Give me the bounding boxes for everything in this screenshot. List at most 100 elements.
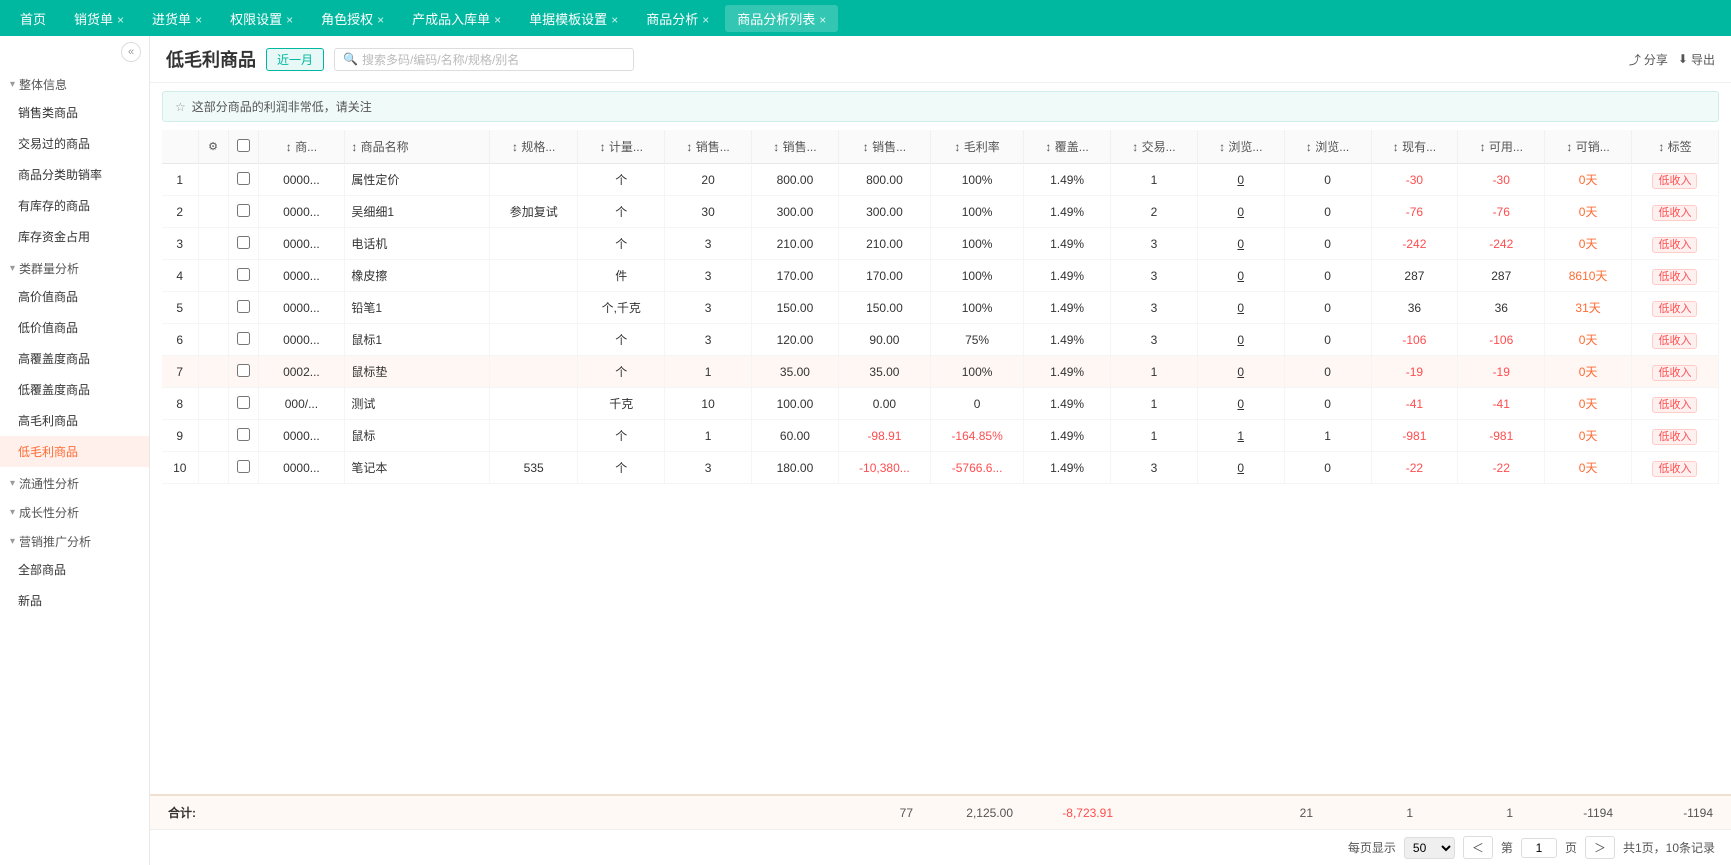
cell-trade: 2: [1111, 196, 1198, 228]
cell-checkbox[interactable]: [228, 228, 258, 260]
sidebar-item-低覆盖度商品[interactable]: 低覆盖度商品: [0, 374, 149, 405]
nav-close-purchase[interactable]: ×: [195, 13, 202, 27]
sidebar-item-低价值商品[interactable]: 低价值商品: [0, 312, 149, 343]
cell-view1[interactable]: 0: [1197, 292, 1284, 324]
col-checkbox[interactable]: [228, 130, 258, 164]
nav-close-analysis-list[interactable]: ×: [819, 13, 826, 27]
tag-badge: 低收入: [1652, 397, 1697, 413]
nav-close-analysis[interactable]: ×: [702, 13, 709, 27]
export-button[interactable]: ⬇ 导出: [1678, 51, 1715, 68]
cell-view1[interactable]: 0: [1197, 196, 1284, 228]
cell-saleable: 0天: [1545, 356, 1632, 388]
nav-item-sales[interactable]: 销货单×: [62, 5, 136, 32]
cell-sales-amt: 35.00: [752, 356, 839, 388]
sidebar-item-交易过的商品[interactable]: 交易过的商品: [0, 128, 149, 159]
nav-close-template[interactable]: ×: [611, 13, 618, 27]
sidebar-group-类群量分析[interactable]: ▾类群量分析: [0, 252, 149, 281]
sidebar-collapse-button[interactable]: «: [121, 42, 141, 62]
cell-view1[interactable]: 0: [1197, 164, 1284, 196]
cell-sales-profit: -10,380...: [838, 452, 930, 484]
nav-item-roles[interactable]: 角色授权×: [309, 5, 396, 32]
table-row: 50000...铅笔1个,千克3150.00150.00100%1.49%300…: [162, 292, 1719, 324]
cell-checkbox[interactable]: [228, 420, 258, 452]
nav-item-perms[interactable]: 权限设置×: [218, 5, 305, 32]
cell-checkbox[interactable]: [228, 292, 258, 324]
sidebar-item-高价值商品[interactable]: 高价值商品: [0, 281, 149, 312]
cell-current: -19: [1371, 356, 1458, 388]
cell-checkbox[interactable]: [228, 452, 258, 484]
nav-item-analysis-list[interactable]: 商品分析列表×: [725, 5, 838, 32]
total-view2: 1: [1433, 806, 1513, 820]
nav-close-perms[interactable]: ×: [286, 13, 293, 27]
cell-available: -30: [1458, 164, 1545, 196]
row-checkbox-3[interactable]: [237, 268, 250, 281]
prev-page-button[interactable]: ＜: [1463, 836, 1493, 859]
row-checkbox-2[interactable]: [237, 236, 250, 249]
cell-no: 5: [162, 292, 198, 324]
nav-item-stock[interactable]: 产成品入库单×: [400, 5, 513, 32]
cell-view1[interactable]: 0: [1197, 356, 1284, 388]
row-checkbox-6[interactable]: [237, 364, 250, 377]
sidebar-group-整体信息[interactable]: ▾整体信息: [0, 68, 149, 97]
sidebar-item-新品[interactable]: 新品: [0, 585, 149, 616]
cell-saleable: 0天: [1545, 196, 1632, 228]
sidebar-item-低毛利商品[interactable]: 低毛利商品: [0, 436, 149, 467]
cell-view2: 0: [1284, 228, 1371, 260]
cell-sales-qty: 20: [665, 164, 752, 196]
nav-item-purchase[interactable]: 进货单×: [140, 5, 214, 32]
sidebar-item-高毛利商品[interactable]: 高毛利商品: [0, 405, 149, 436]
row-checkbox-4[interactable]: [237, 300, 250, 313]
search-box[interactable]: 🔍 搜索多码/编码/名称/规格/别名: [334, 48, 634, 71]
sidebar-item-销售类商品[interactable]: 销售类商品: [0, 97, 149, 128]
sidebar-group-营销推广分析[interactable]: ▾营销推广分析: [0, 525, 149, 554]
cell-checkbox[interactable]: [228, 388, 258, 420]
select-all-checkbox[interactable]: [237, 139, 250, 152]
cell-checkbox[interactable]: [228, 196, 258, 228]
share-button[interactable]: ⤴ 分享: [1629, 51, 1668, 68]
sidebar-item-全部商品[interactable]: 全部商品: [0, 554, 149, 585]
cell-checkbox[interactable]: [228, 356, 258, 388]
nav-item-home[interactable]: 首页: [8, 5, 58, 32]
cell-checkbox[interactable]: [228, 164, 258, 196]
cell-spec: [490, 228, 578, 260]
page-size-select[interactable]: 50 100: [1404, 837, 1455, 859]
row-checkbox-1[interactable]: [237, 204, 250, 217]
cell-view1[interactable]: 0: [1197, 324, 1284, 356]
nav-close-stock[interactable]: ×: [494, 13, 501, 27]
filter-button[interactable]: 近一月: [266, 48, 324, 71]
page-input[interactable]: [1521, 838, 1557, 858]
cell-trade: 1: [1111, 164, 1198, 196]
cell-gross-rate: 100%: [931, 260, 1024, 292]
row-checkbox-7[interactable]: [237, 396, 250, 409]
sidebar-group-成长性分析[interactable]: ▾成长性分析: [0, 496, 149, 525]
row-checkbox-8[interactable]: [237, 428, 250, 441]
row-checkbox-5[interactable]: [237, 332, 250, 345]
cell-view1[interactable]: 0: [1197, 228, 1284, 260]
next-page-button[interactable]: ＞: [1585, 836, 1615, 859]
cell-view1[interactable]: 0: [1197, 260, 1284, 292]
sidebar-item-商品分类助销率[interactable]: 商品分类助销率: [0, 159, 149, 190]
nav-item-analysis[interactable]: 商品分析×: [634, 5, 721, 32]
row-checkbox-9[interactable]: [237, 460, 250, 473]
nav-close-roles[interactable]: ×: [377, 13, 384, 27]
cell-view2: 0: [1284, 260, 1371, 292]
cell-view1[interactable]: 0: [1197, 388, 1284, 420]
col-name: ↕ 商品名称: [345, 130, 490, 164]
nav-item-template[interactable]: 单据模板设置×: [517, 5, 630, 32]
chevron-down-icon: ▾: [10, 79, 15, 90]
sidebar-group-流通性分析[interactable]: ▾流通性分析: [0, 467, 149, 496]
cell-view1[interactable]: 0: [1197, 452, 1284, 484]
row-checkbox-0[interactable]: [237, 172, 250, 185]
tag-badge: 低收入: [1652, 173, 1697, 189]
cell-checkbox[interactable]: [228, 260, 258, 292]
sidebar-item-有库存的商品[interactable]: 有库存的商品: [0, 190, 149, 221]
col-settings[interactable]: ⚙: [198, 130, 228, 164]
cell-view1[interactable]: 1: [1197, 420, 1284, 452]
nav-close-sales[interactable]: ×: [117, 13, 124, 27]
cell-checkbox[interactable]: [228, 324, 258, 356]
sidebar-item-高覆盖度商品[interactable]: 高覆盖度商品: [0, 343, 149, 374]
sidebar-item-库存资金占用[interactable]: 库存资金占用: [0, 221, 149, 252]
cell-trade: 1: [1111, 420, 1198, 452]
cell-trade: 3: [1111, 324, 1198, 356]
cell-no: 4: [162, 260, 198, 292]
